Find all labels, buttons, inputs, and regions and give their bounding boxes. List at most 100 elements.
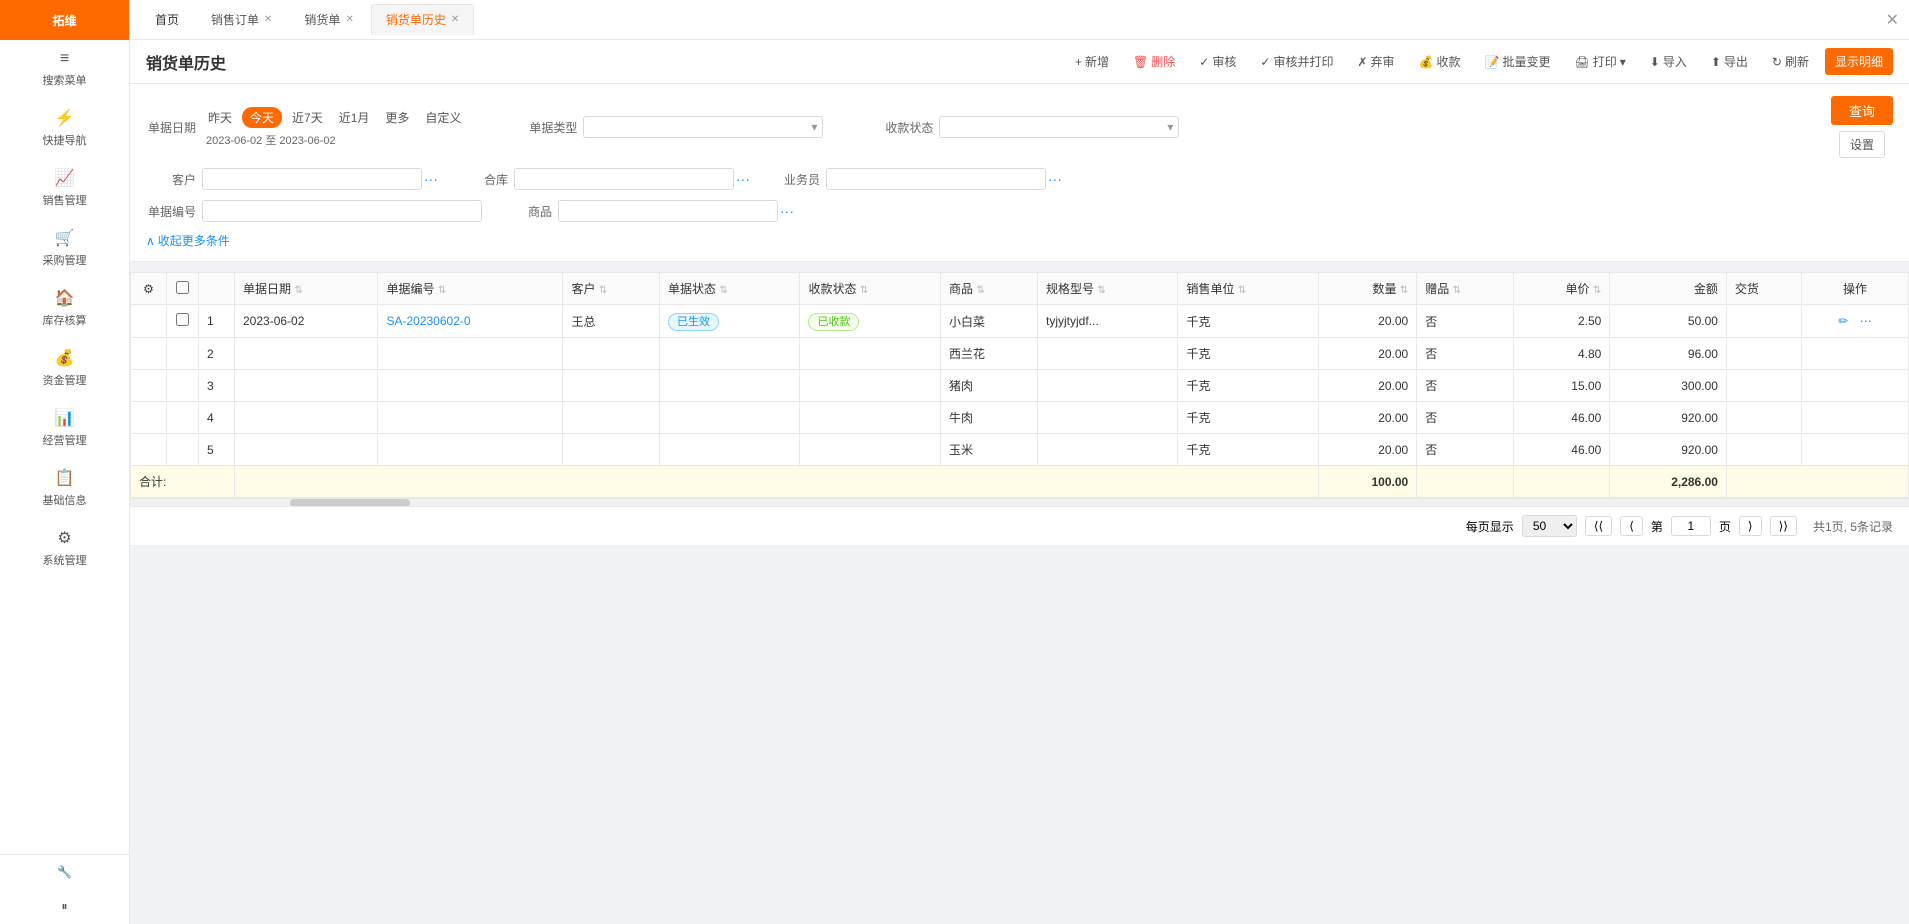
tab-sales-history-close[interactable]: ✕ (451, 14, 459, 25)
customer-input[interactable] (202, 168, 422, 190)
delete-button[interactable]: 🗑 删除 (1125, 49, 1183, 74)
warehouse-input[interactable] (514, 168, 734, 190)
col-price[interactable]: 单价 ⇅ (1513, 273, 1610, 305)
date-tab-yesterday[interactable]: 昨天 (202, 107, 238, 128)
summary-gift-empty (1417, 466, 1514, 498)
table-container: ⚙ 单据日期 ⇅ 单据编号 ⇅ 客户 (130, 262, 1909, 924)
doc-no-input[interactable] (202, 200, 482, 222)
warehouse-dots-btn[interactable]: ··· (736, 171, 750, 187)
col-qty-label: 数量 (1372, 282, 1396, 296)
last-page-btn[interactable]: ⟩⟩ (1770, 516, 1797, 536)
collapse-filter-button[interactable]: ∧ 收起更多条件 (146, 232, 230, 249)
goods-dots-btn[interactable]: ··· (780, 203, 794, 219)
import-button[interactable]: ⬇ 导入 (1642, 49, 1695, 74)
salesperson-dots-btn[interactable]: ··· (1048, 171, 1062, 187)
audit-print-button[interactable]: ✓ 审核并打印 (1252, 49, 1341, 74)
show-details-button[interactable]: 显示明细 (1825, 48, 1893, 75)
col-action-label: 操作 (1843, 282, 1867, 296)
col-qty[interactable]: 数量 ⇅ (1318, 273, 1416, 305)
col-doc-status[interactable]: 单据状态 ⇅ (660, 273, 800, 305)
sidebar-item-quick-nav[interactable]: ⚡ 快捷导航 (0, 98, 129, 158)
sidebar-item-sales-mgmt[interactable]: 📈 销售管理 (0, 158, 129, 218)
table-row: 4 牛肉 千克 20.00 否 46.00 920.00 (131, 402, 1909, 434)
date-range-display: 2023-06-02 至 2023-06-02 (202, 132, 467, 148)
cell-qty-2: 20.00 (1318, 338, 1416, 370)
tab-sales-goods-close[interactable]: ✕ (345, 14, 353, 25)
cell-gift-1: 否 (1417, 305, 1514, 338)
sidebar-item-search-menu[interactable]: ≡ 搜索菜单 (0, 40, 129, 98)
sidebar-item-sys-mgmt[interactable]: ⚙ 系统管理 (0, 518, 129, 578)
tab-sales-order[interactable]: 销售订单 ✕ (196, 4, 287, 35)
cell-transaction-5 (1726, 434, 1801, 466)
cell-spec-5 (1037, 434, 1177, 466)
col-pay-status[interactable]: 收款状态 ⇅ (800, 273, 940, 305)
print-button[interactable]: 🖨 打印 ▾ (1566, 49, 1633, 74)
col-doc-date[interactable]: 单据日期 ⇅ (235, 273, 378, 305)
sidebar-item-inventory[interactable]: 🏠 库存核算 (0, 278, 129, 338)
collapse-up-icon: ∧ (146, 234, 155, 248)
sidebar-bottom-btn2[interactable]: ⏸ (0, 889, 129, 924)
filter-row-1: 单据日期 昨天 今天 近7天 近1月 更多 自定义 2023-06-02 至 2… (146, 96, 1893, 158)
cell-unit-2: 千克 (1178, 338, 1318, 370)
edit-btn-1[interactable]: ✏ (1834, 312, 1852, 330)
warehouse-label: 合库 (458, 171, 508, 188)
salesperson-input[interactable] (826, 168, 1046, 190)
col-goods[interactable]: 商品 ⇅ (940, 273, 1037, 305)
refresh-button[interactable]: ↻ 刷新 (1764, 49, 1817, 74)
sidebar-item-base-info[interactable]: 📋 基础信息 (0, 458, 129, 518)
tab-sales-goods[interactable]: 销货单 ✕ (289, 4, 368, 35)
col-gift[interactable]: 赠品 ⇅ (1417, 273, 1514, 305)
more-btn-1[interactable]: ⋯ (1856, 312, 1876, 330)
table-settings-icon[interactable]: ⚙ (143, 282, 154, 296)
date-tab-today[interactable]: 今天 (242, 107, 282, 128)
customer-dots-btn[interactable]: ··· (424, 171, 438, 187)
close-all-tabs[interactable]: ✕ (1886, 10, 1899, 30)
table-row: 2 西兰花 千克 20.00 否 4.80 96.00 (131, 338, 1909, 370)
abandon-button[interactable]: ✗ 弃审 (1349, 49, 1402, 74)
col-customer[interactable]: 客户 ⇅ (563, 273, 660, 305)
doc-type-input[interactable] (583, 116, 823, 138)
horizontal-scrollbar[interactable] (130, 498, 1909, 506)
audit-button[interactable]: ✓ 审核 (1191, 49, 1244, 74)
col-settings[interactable]: ⚙ (131, 273, 167, 305)
select-all-checkbox[interactable] (176, 281, 189, 294)
tab-sales-history[interactable]: 销货单历史 ✕ (371, 4, 474, 35)
summary-empty (235, 466, 1319, 498)
query-button[interactable]: 查询 (1831, 96, 1893, 125)
delete-icon: 🗑 (1133, 55, 1148, 69)
doc-no-link-1[interactable]: SA-20230602-0 (386, 314, 470, 328)
date-tab-7days[interactable]: 近7天 (286, 107, 329, 128)
page-number-input[interactable] (1671, 516, 1711, 536)
sidebar-item-operations[interactable]: 📊 经营管理 (0, 398, 129, 458)
add-button[interactable]: + 新增 (1067, 49, 1117, 74)
tab-home[interactable]: 首页 (140, 4, 194, 35)
summary-rest (1726, 466, 1908, 498)
page-size-select[interactable]: 50 100 200 (1522, 515, 1577, 537)
date-tab-more[interactable]: 更多 (379, 107, 415, 128)
date-tab-custom[interactable]: 自定义 (419, 107, 467, 128)
next-page-btn[interactable]: ⟩ (1739, 516, 1762, 536)
sidebar-item-purchase-mgmt[interactable]: 🛒 采购管理 (0, 218, 129, 278)
batch-change-button[interactable]: 📝 批量变更 (1477, 49, 1559, 74)
pay-status-input[interactable] (939, 116, 1179, 138)
col-pay-status-sort-icon: ⇅ (860, 285, 868, 296)
col-doc-no[interactable]: 单据编号 ⇅ (378, 273, 563, 305)
goods-input[interactable] (558, 200, 778, 222)
setting-button[interactable]: 设置 (1839, 131, 1885, 158)
date-tab-1month[interactable]: 近1月 (333, 107, 376, 128)
tab-sales-order-close[interactable]: ✕ (264, 14, 272, 25)
toolbar: + 新增 🗑 删除 ✓ 审核 ✓ 审核并打印 ✗ 弃审 💰 收款 (1067, 48, 1893, 75)
collect-button[interactable]: 💰 收款 (1411, 49, 1469, 74)
col-unit[interactable]: 销售单位 ⇅ (1178, 273, 1318, 305)
sidebar-bottom-btn1[interactable]: 🔧 (0, 855, 129, 889)
row-1-checkbox[interactable] (176, 313, 189, 326)
export-button[interactable]: ⬆ 导出 (1703, 49, 1756, 74)
prev-page-btn[interactable]: ⟨ (1620, 516, 1643, 536)
pay-status-dropdown-icon: ▾ (1167, 120, 1173, 134)
sidebar-item-finance[interactable]: 💰 资金管理 (0, 338, 129, 398)
cell-gift-3: 否 (1417, 370, 1514, 402)
first-page-btn[interactable]: ⟨⟨ (1585, 516, 1612, 536)
cell-doc-date-4 (235, 402, 378, 434)
col-price-sort-icon: ⇅ (1593, 285, 1601, 296)
col-spec[interactable]: 规格型号 ⇅ (1037, 273, 1177, 305)
